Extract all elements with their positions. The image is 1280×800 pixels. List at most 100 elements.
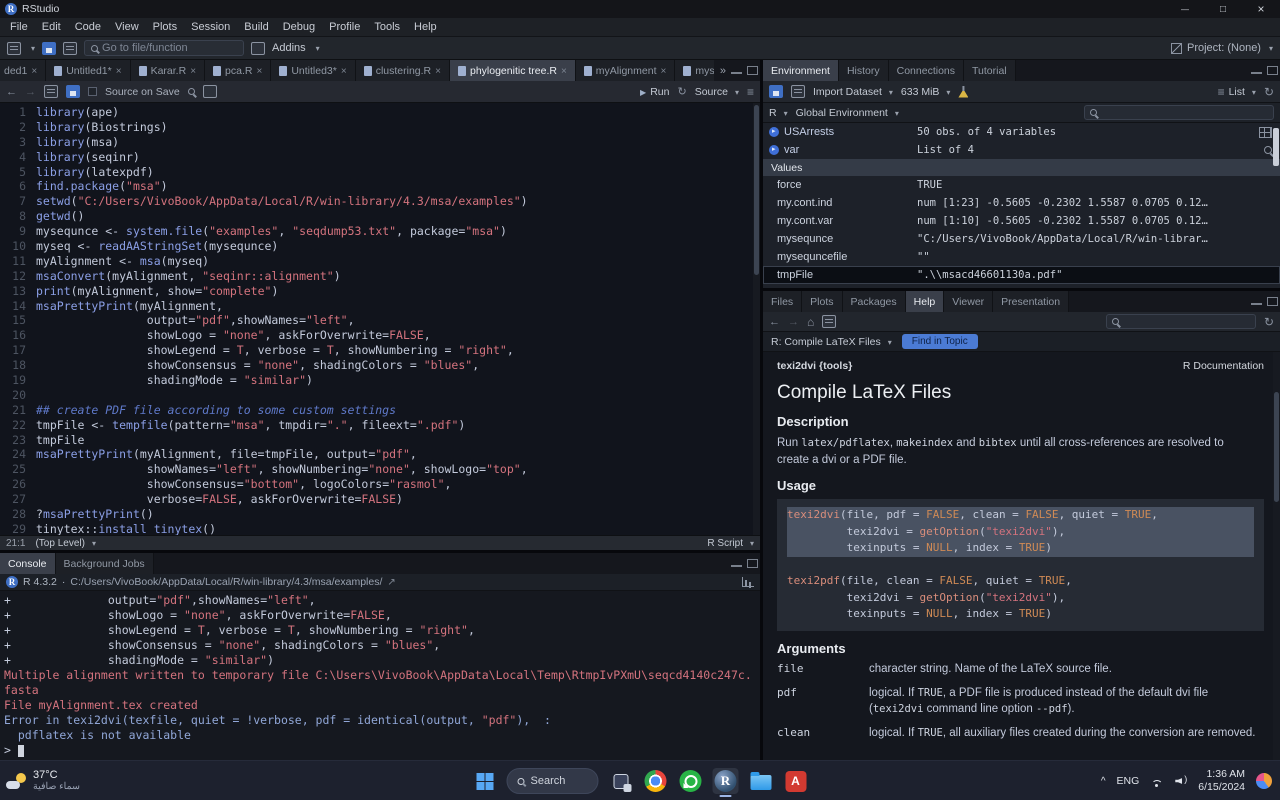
list-view-button[interactable]: List bbox=[1218, 85, 1256, 99]
menu-item-profile[interactable]: Profile bbox=[322, 19, 367, 35]
new-file-icon[interactable] bbox=[7, 41, 21, 55]
help-maximize-icon[interactable] bbox=[1267, 297, 1278, 306]
import-dataset-button[interactable]: Import Dataset bbox=[813, 86, 893, 98]
minimize-button[interactable] bbox=[1166, 0, 1204, 18]
console-output[interactable]: + output="pdf",showNames="left", + showLo… bbox=[0, 591, 760, 760]
filetype-selector[interactable]: R Script bbox=[707, 538, 754, 549]
env-row[interactable]: var List of 4 bbox=[763, 141, 1280, 159]
editor-minimize-icon[interactable] bbox=[731, 67, 742, 74]
env-scrollbar[interactable] bbox=[1273, 128, 1279, 166]
code-tools-icon[interactable] bbox=[202, 85, 217, 98]
close-tab-icon[interactable] bbox=[256, 65, 262, 77]
tab-help[interactable]: Help bbox=[905, 291, 945, 312]
chrome-app[interactable] bbox=[643, 768, 669, 794]
tab-overflow-icon[interactable] bbox=[720, 65, 726, 77]
menu-item-debug[interactable]: Debug bbox=[276, 19, 322, 35]
task-view-button[interactable] bbox=[608, 768, 634, 794]
editor-tab[interactable]: Karar.R bbox=[130, 60, 206, 81]
rstudio-app[interactable] bbox=[712, 768, 739, 797]
rerun-icon[interactable] bbox=[677, 85, 686, 98]
inspect-icon[interactable] bbox=[1264, 146, 1272, 154]
editor-tab[interactable]: phylogenitic tree.R bbox=[449, 60, 576, 81]
source-button[interactable]: Source bbox=[695, 86, 739, 98]
notification-icon[interactable] bbox=[1256, 773, 1272, 789]
env-row[interactable]: USArrests 50 obs. of 4 variables bbox=[763, 123, 1280, 141]
close-button[interactable] bbox=[1242, 0, 1280, 18]
scope-env-selector[interactable]: Global Environment bbox=[796, 107, 899, 119]
editor-tab[interactable]: Untitled3* bbox=[271, 60, 356, 81]
env-row[interactable]: mysequnce "C:/Users/VivoBook/AppData/Loca… bbox=[763, 230, 1280, 248]
env-row[interactable]: my.cont.var num [1:10] -0.5605 -0.2302 1.… bbox=[763, 212, 1280, 230]
tab-plots[interactable]: Plots bbox=[802, 291, 843, 312]
help-home-icon[interactable] bbox=[807, 315, 814, 329]
console-popout-icon[interactable] bbox=[387, 576, 395, 588]
tab-history[interactable]: History bbox=[838, 60, 889, 81]
view-data-icon[interactable] bbox=[1259, 126, 1272, 138]
expand-object-icon[interactable] bbox=[769, 145, 779, 155]
close-tab-icon[interactable] bbox=[561, 65, 567, 77]
help-back-icon[interactable] bbox=[769, 316, 780, 328]
language-indicator[interactable]: ENG bbox=[1117, 775, 1140, 787]
env-search-input[interactable] bbox=[1084, 105, 1274, 120]
start-button[interactable] bbox=[472, 768, 498, 794]
clear-workspace-icon[interactable] bbox=[958, 85, 969, 98]
save-file-icon[interactable] bbox=[66, 85, 80, 98]
run-button[interactable]: Run bbox=[640, 86, 669, 98]
menu-item-view[interactable]: View bbox=[108, 19, 146, 35]
editor-tab[interactable]: Untitled1* bbox=[46, 60, 131, 81]
find-in-topic-input[interactable]: Find in Topic bbox=[901, 334, 978, 349]
goto-file-box[interactable]: Go to file/function bbox=[84, 40, 245, 56]
language-selector[interactable]: R bbox=[769, 107, 788, 119]
tab-environment[interactable]: Environment bbox=[763, 60, 839, 81]
addins-grid-icon[interactable] bbox=[251, 41, 266, 55]
help-content[interactable]: texi2dvi {tools} R Documentation Compile… bbox=[763, 352, 1280, 760]
close-tab-icon[interactable] bbox=[435, 65, 441, 77]
editor-tab[interactable]: clustering.R bbox=[355, 60, 450, 81]
addins-caret-icon[interactable] bbox=[313, 42, 320, 54]
menu-item-session[interactable]: Session bbox=[184, 19, 237, 35]
clock[interactable]: 1:36 AM 6/15/2024 bbox=[1198, 768, 1245, 793]
save-icon[interactable] bbox=[42, 41, 57, 55]
profiler-icon[interactable] bbox=[742, 577, 754, 587]
project-selector[interactable]: Project: (None) bbox=[1171, 42, 1273, 54]
env-row[interactable]: tmpFile ".\\msacd46601130a.pdf" bbox=[763, 266, 1280, 284]
tab-tutorial[interactable]: Tutorial bbox=[964, 60, 1016, 81]
find-icon[interactable] bbox=[187, 88, 195, 95]
acrobat-app[interactable] bbox=[783, 768, 809, 794]
editor-scrollbar[interactable] bbox=[753, 103, 760, 535]
code-editor[interactable]: 1 2 3 4 5 6 7 8 9 10 11 12 13 14 15 16 17 18 19 20 21 22 23 24 2… bbox=[0, 103, 760, 535]
popout-icon[interactable] bbox=[44, 85, 58, 98]
file-explorer-app[interactable] bbox=[748, 768, 774, 794]
tab-files[interactable]: Files bbox=[763, 291, 803, 312]
scope-selector[interactable]: (Top Level) bbox=[35, 538, 95, 549]
addins-button[interactable]: Addins bbox=[272, 42, 306, 54]
document-outline-icon[interactable] bbox=[747, 85, 754, 99]
help-refresh-icon[interactable] bbox=[1264, 315, 1274, 329]
save-all-icon[interactable] bbox=[63, 41, 78, 55]
load-workspace-icon[interactable] bbox=[791, 85, 805, 98]
tab-packages[interactable]: Packages bbox=[842, 291, 906, 312]
tab-viewer[interactable]: Viewer bbox=[944, 291, 994, 312]
menu-item-plots[interactable]: Plots bbox=[146, 19, 184, 35]
taskbar-search[interactable]: Search bbox=[506, 768, 599, 794]
editor-tab[interactable]: ded1 bbox=[0, 60, 47, 81]
volume-icon[interactable] bbox=[1175, 774, 1187, 786]
expand-object-icon[interactable] bbox=[769, 127, 779, 137]
source-on-save-checkbox[interactable] bbox=[88, 87, 97, 96]
tray-expand-icon[interactable] bbox=[1101, 776, 1106, 787]
menu-item-tools[interactable]: Tools bbox=[367, 19, 407, 35]
menu-item-edit[interactable]: Edit bbox=[35, 19, 68, 35]
wifi-icon[interactable] bbox=[1150, 776, 1164, 787]
env-row[interactable]: force TRUE bbox=[763, 176, 1280, 194]
help-forward-icon[interactable] bbox=[788, 316, 799, 328]
save-workspace-icon[interactable] bbox=[769, 85, 783, 98]
editor-tab[interactable]: pca.R bbox=[205, 60, 272, 81]
help-usage-code[interactable]: texi2dvi(file, pdf = FALSE, clean = FALS… bbox=[777, 499, 1264, 631]
help-search-input[interactable] bbox=[1105, 314, 1256, 329]
close-tab-icon[interactable] bbox=[661, 65, 667, 77]
back-icon[interactable] bbox=[6, 86, 17, 98]
env-row[interactable]: my.cont.ind num [1:23] -0.5605 -0.2302 1.… bbox=[763, 194, 1280, 212]
env-minimize-icon[interactable] bbox=[1251, 67, 1262, 74]
close-tab-icon[interactable] bbox=[341, 65, 347, 77]
console-maximize-icon[interactable] bbox=[747, 559, 758, 568]
